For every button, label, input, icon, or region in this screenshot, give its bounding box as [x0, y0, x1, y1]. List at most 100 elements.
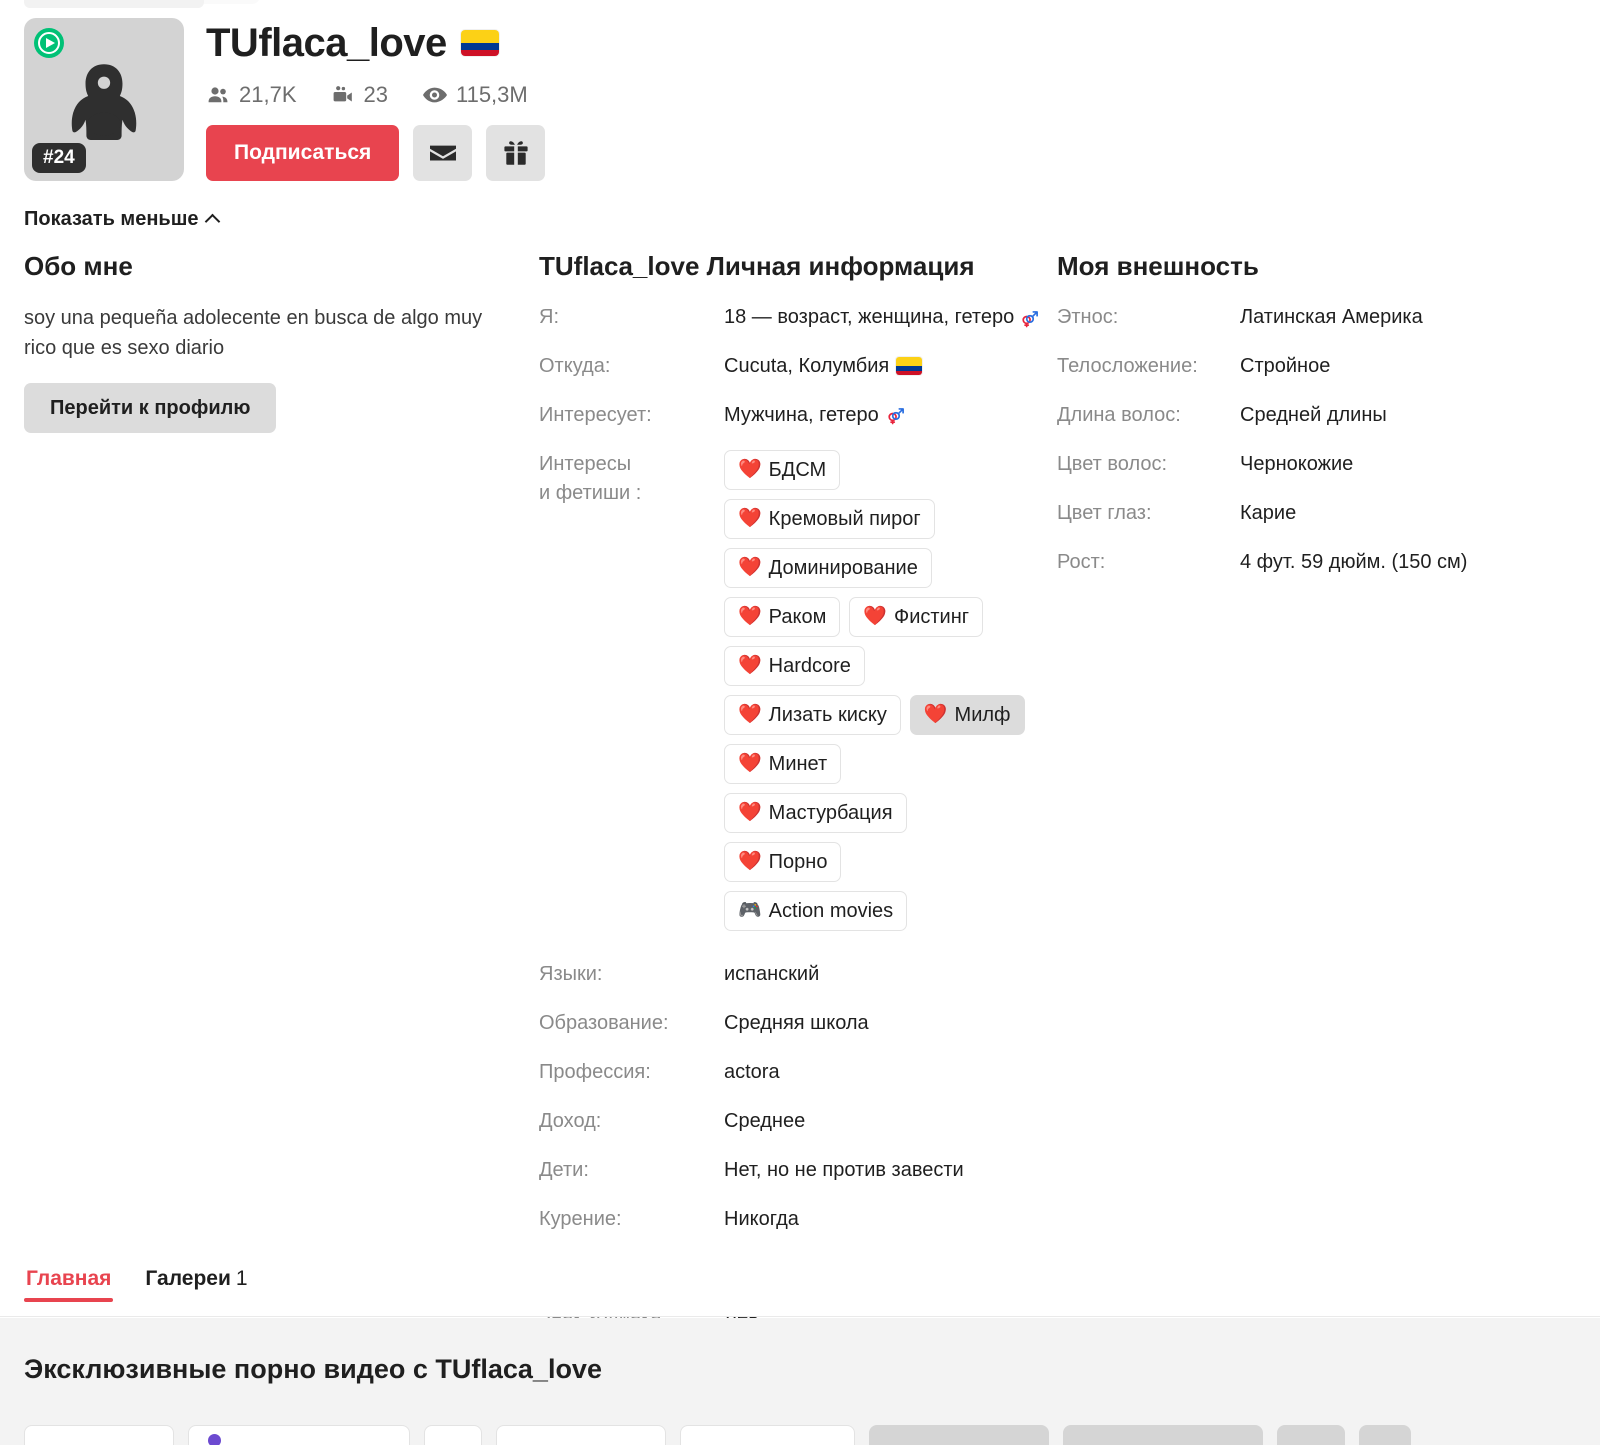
tab-galleries[interactable]: Галереи 1	[143, 1255, 249, 1316]
message-button[interactable]	[413, 125, 473, 181]
interest-tag-label: Доминирование	[768, 556, 918, 579]
interest-tag-label: Минет	[768, 752, 828, 775]
stat-followers: 21,7K	[206, 82, 297, 108]
info-row: Доход: Среднее	[539, 1107, 1039, 1156]
show-less-label: Показать меньше	[24, 208, 199, 230]
filter-chip[interactable]	[1063, 1425, 1263, 1445]
info-row-value: Никогда	[724, 1207, 799, 1230]
heart-icon: ❤️	[738, 704, 762, 726]
heart-icon: ❤️	[738, 655, 762, 677]
info-row-value: испанский	[724, 962, 820, 985]
stat-followers-value: 21,7K	[239, 82, 297, 107]
video-camera-icon	[333, 86, 352, 102]
info-row-value: Среднее	[724, 1109, 806, 1132]
interest-tag[interactable]: ❤️ Минет	[724, 743, 842, 784]
info-row-value: actora	[724, 1060, 780, 1083]
filter-chips-row	[24, 1425, 1411, 1445]
heart-icon: ❤️	[923, 704, 948, 726]
interest-tag[interactable]: ❤️ Раком	[724, 596, 841, 637]
stat-views: 115,3M	[422, 82, 528, 108]
heart-icon: ❤️	[738, 851, 762, 873]
interest-tag[interactable]: ❤️ Лизать киску	[724, 694, 901, 735]
filter-chip[interactable]	[1359, 1425, 1411, 1445]
filter-chip[interactable]	[1277, 1425, 1345, 1445]
personal-info-table: Я: 18 — возраст, женщина, гетеро Откуда: Cu…	[539, 303, 1039, 1352]
personal-info-title: TUflaca_love Личная информация	[539, 251, 975, 281]
chip-badge-dot	[208, 1434, 221, 1445]
tag-line: ❤️ БДСМ	[724, 449, 1039, 490]
info-row-value: Cucuta, Колумбия	[724, 352, 1039, 401]
ghost-element-top-secondary	[24, 0, 204, 8]
info-row-value: Средняя школа	[724, 1011, 869, 1034]
filter-chip[interactable]	[496, 1425, 666, 1445]
interest-tag-label: Мастурбация	[768, 801, 893, 824]
filter-chip[interactable]	[680, 1425, 855, 1445]
info-row: Курение: Никогда	[539, 1205, 1039, 1254]
profile-header: #24 TUflaca_love 21,7K 23 115,3M Подписа…	[24, 18, 546, 181]
filter-chip[interactable]	[188, 1425, 410, 1445]
interest-tag[interactable]: ❤️ Доминирование	[724, 547, 932, 588]
info-row-label: Дети:	[539, 1158, 589, 1181]
heart-icon: ❤️	[863, 606, 887, 628]
info-row: Образование: Средняя школа	[539, 1009, 1039, 1058]
filter-chip[interactable]	[424, 1425, 482, 1445]
appearance-row: Длина волос: Средней длины	[1057, 401, 1557, 450]
tag-line: ❤️ Порно	[724, 841, 1039, 882]
heart-icon: ❤️	[738, 557, 762, 579]
avatar[interactable]: #24	[24, 18, 184, 181]
interest-tag[interactable]: 🎮 Action movies	[724, 890, 908, 931]
eye-icon	[422, 87, 447, 103]
profile-name-row: TUflaca_love	[206, 22, 545, 64]
interest-tag-label: Фистинг	[894, 605, 970, 628]
info-row-label: Интересует:	[539, 403, 652, 426]
info-row-value: 18 — возраст, женщина, гетеро	[724, 303, 1039, 352]
interest-tag[interactable]: ❤️ Hardcore	[724, 645, 865, 686]
interest-tag[interactable]: ❤️ Милф	[909, 694, 1025, 735]
interest-tag[interactable]: ❤️ БДСМ	[724, 449, 841, 490]
go-to-profile-button[interactable]: Перейти к профилю	[24, 383, 277, 434]
tag-line: ❤️ Лизать киску ❤️ Милф	[724, 694, 1039, 735]
interest-tag[interactable]: ❤️ Фистинг	[849, 596, 984, 637]
info-row-text: Мужчина, гетеро	[724, 403, 879, 426]
info-row: Я: 18 — возраст, женщина, гетеро	[539, 303, 1039, 352]
interest-tag[interactable]: ❤️ Кремовый пирог	[724, 498, 935, 539]
interest-tag[interactable]: ❤️ Порно	[724, 841, 842, 882]
appearance-row: Рост: 4 фут. 59 дюйм. (150 см)	[1057, 548, 1557, 597]
filter-chip[interactable]	[24, 1425, 174, 1445]
appearance-row-label: Цвет волос:	[1057, 452, 1168, 475]
interest-tag-label: БДСМ	[768, 458, 827, 481]
appearance-row-value: Средней длины	[1240, 403, 1387, 426]
tab-main[interactable]: Главная	[24, 1255, 114, 1316]
appearance-row-label: Длина волос:	[1057, 403, 1181, 426]
appearance-row-label: Этнос:	[1057, 305, 1119, 328]
interest-tag-label: Hardcore	[768, 654, 851, 677]
gender-symbol-icon	[888, 408, 904, 425]
interest-tag[interactable]: ❤️ Мастурбация	[724, 792, 907, 833]
section-title: Эксклюзивные порно видео с TUflaca_love	[24, 1354, 602, 1384]
appearance-row: Цвет глаз: Карие	[1057, 499, 1557, 548]
tag-line: ❤️ Доминирование	[724, 547, 1039, 588]
game-controller-icon: 🎮	[738, 900, 762, 922]
about-column: Обо мне soy una pequeña adolecente en bu…	[24, 252, 514, 434]
info-row-value: Нет, но не против завести	[724, 1158, 964, 1181]
show-less-toggle[interactable]: Показать меньше	[24, 208, 220, 231]
info-row-label: Курение:	[539, 1207, 622, 1230]
interests-label: Интересы и фетиши :	[539, 452, 642, 504]
filter-chip[interactable]	[869, 1425, 1049, 1445]
chevron-up-icon	[204, 213, 220, 230]
heart-icon: ❤️	[738, 606, 762, 628]
subscribe-button[interactable]: Подписаться	[206, 125, 400, 181]
about-text: soy una pequeña adolecente en busca de a…	[24, 306, 483, 359]
heart-icon: ❤️	[738, 753, 762, 775]
heart-icon: ❤️	[738, 802, 762, 824]
appearance-row-value: 4 фут. 59 дюйм. (150 см)	[1240, 550, 1468, 573]
tab-label: Галереи	[145, 1267, 231, 1290]
appearance-column: Моя внешность Этнос: Латинская Америка Тел…	[1057, 252, 1557, 597]
profile-stats: 21,7K 23 115,3M	[206, 82, 545, 108]
gift-button[interactable]	[486, 125, 546, 181]
info-row-text: 18 — возраст, женщина, гетеро	[724, 305, 1015, 328]
info-row: Языки: испанский	[539, 960, 1039, 1009]
tab-bar: Главная Галереи 1	[0, 1255, 1600, 1317]
tab-count: 1	[235, 1267, 248, 1290]
appearance-row-label: Рост:	[1057, 550, 1106, 573]
